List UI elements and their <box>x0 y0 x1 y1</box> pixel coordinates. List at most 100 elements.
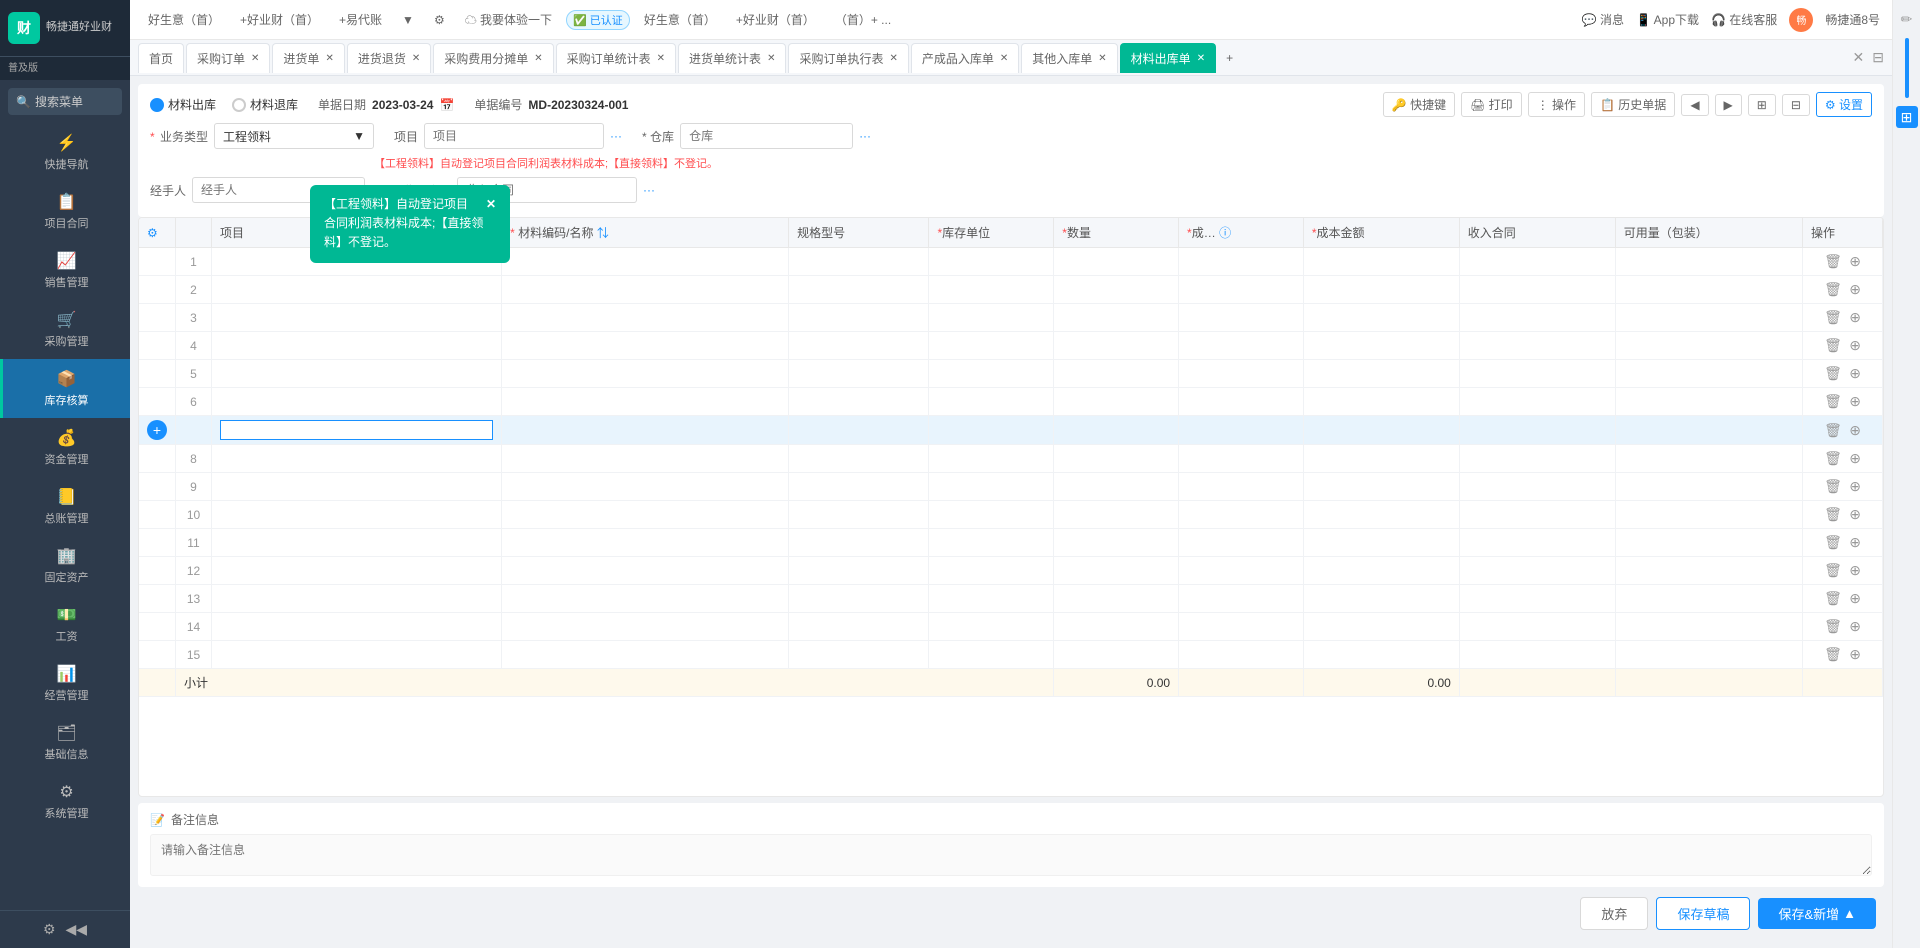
table-settings-icon[interactable]: ⚙ <box>147 226 158 240</box>
tab-purchase-return[interactable]: 进货退货 ✕ <box>347 43 431 73</box>
tab-more-button[interactable]: + <box>1218 51 1241 65</box>
topbar-settings-icon[interactable]: ⚙ <box>428 13 451 27</box>
tab-close-product-receipt[interactable]: ✕ <box>1000 53 1008 64</box>
delete-row-3-button[interactable]: 🗑 <box>1822 309 1844 326</box>
window-restore-button[interactable]: ⊟ <box>1872 49 1884 66</box>
row7-material-input[interactable] <box>510 421 780 439</box>
username-label[interactable]: 畅捷通8号 <box>1825 11 1880 28</box>
copy-row-14-button[interactable]: ⊕ <box>1847 618 1863 635</box>
project-more-icon[interactable]: ··· <box>610 129 622 143</box>
copy-row-6-button[interactable]: ⊕ <box>1847 393 1863 410</box>
shortcut-button[interactable]: 🔑 快捷键 <box>1383 92 1455 117</box>
delete-row-9-button[interactable]: 🗑 <box>1822 478 1844 495</box>
tab-purchase-exec[interactable]: 采购订单执行表 ✕ <box>788 43 908 73</box>
delete-row-8-button[interactable]: 🗑 <box>1822 450 1844 467</box>
sidebar-item-inventory[interactable]: 📦 库存核算 <box>0 359 130 418</box>
radio-material-issue[interactable]: 材料出库 <box>150 96 216 113</box>
copy-row-10-button[interactable]: ⊕ <box>1847 506 1863 523</box>
topbar-haoyecai[interactable]: +好业财（首） <box>234 11 325 28</box>
tab-receipt-stats[interactable]: 进货单统计表 ✕ <box>678 43 786 73</box>
tab-close-material-issue[interactable]: ✕ <box>1197 53 1205 64</box>
tab-purchase-order[interactable]: 采购订单 ✕ <box>186 43 270 73</box>
warehouse-input[interactable] <box>680 123 853 149</box>
sidebar-collapse-button[interactable]: ◀◀ <box>66 921 88 938</box>
notes-input[interactable] <box>150 834 1872 876</box>
right-panel-grid-icon[interactable]: ⊞ <box>1896 106 1918 128</box>
tab-close-receipt-stats[interactable]: ✕ <box>767 53 775 64</box>
history-button[interactable]: 📋 历史单据 <box>1591 92 1675 117</box>
delete-row-7-button[interactable]: 🗑 <box>1822 422 1844 439</box>
copy-row-3-button[interactable]: ⊕ <box>1847 309 1863 326</box>
copy-row-8-button[interactable]: ⊕ <box>1847 450 1863 467</box>
delete-row-15-button[interactable]: 🗑 <box>1822 646 1844 663</box>
delete-row-14-button[interactable]: 🗑 <box>1822 618 1844 635</box>
sidebar-item-ledger[interactable]: 📒 总账管理 <box>0 477 130 536</box>
list-view-button[interactable]: ⊟ <box>1782 94 1810 116</box>
save-new-button[interactable]: 保存&新增 ▲ <box>1758 898 1876 929</box>
sidebar-item-system[interactable]: ⚙ 系统管理 <box>0 772 130 831</box>
tab-purchase-stats[interactable]: 采购订单统计表 ✕ <box>556 43 676 73</box>
next-button[interactable]: ▶ <box>1715 94 1742 116</box>
topbar-more[interactable]: （首）+ ... <box>829 11 897 28</box>
app-download-button[interactable]: 📱 App下载 <box>1636 11 1699 28</box>
tab-close-purchase-expense[interactable]: ✕ <box>534 53 542 64</box>
sidebar-item-base[interactable]: 🗂 基础信息 <box>0 713 130 772</box>
tab-close-purchase-return[interactable]: ✕ <box>412 53 420 64</box>
cost-info-icon[interactable]: ⓘ <box>1219 226 1231 240</box>
copy-row-4-button[interactable]: ⊕ <box>1847 337 1863 354</box>
business-type-select[interactable]: 工程领料 ▼ <box>214 123 374 149</box>
tab-close-other-receipt[interactable]: ✕ <box>1098 53 1106 64</box>
message-button[interactable]: 💬 消息 <box>1582 11 1624 28</box>
search-menu-button[interactable]: 🔍 搜索菜单 <box>8 88 122 115</box>
delete-row-12-button[interactable]: 🗑 <box>1822 562 1844 579</box>
th-material-sort-icon[interactable]: ⇅ <box>597 226 609 240</box>
delete-row-1-button[interactable]: 🗑 <box>1822 253 1844 270</box>
tab-close-purchase-exec[interactable]: ✕ <box>889 53 897 64</box>
sidebar-item-project[interactable]: 📋 项目合同 <box>0 182 130 241</box>
copy-row-13-button[interactable]: ⊕ <box>1847 590 1863 607</box>
add-row-button[interactable]: + <box>147 420 167 440</box>
row7-item-input[interactable] <box>220 420 493 440</box>
tab-home[interactable]: 首页 <box>138 43 184 73</box>
copy-row-7-button[interactable]: ⊕ <box>1847 422 1863 439</box>
tooltip-close-button[interactable]: ✕ <box>486 195 496 214</box>
user-avatar[interactable]: 畅 <box>1789 8 1813 32</box>
sidebar-item-purchase[interactable]: 🛒 采购管理 <box>0 300 130 359</box>
sidebar-item-finance[interactable]: 💰 资金管理 <box>0 418 130 477</box>
delete-row-11-button[interactable]: 🗑 <box>1822 534 1844 551</box>
th-settings[interactable]: ⚙ <box>139 218 176 248</box>
tab-close-purchase-receipt[interactable]: ✕ <box>325 53 333 64</box>
delete-row-4-button[interactable]: 🗑 <box>1822 337 1844 354</box>
copy-row-1-button[interactable]: ⊕ <box>1847 253 1863 270</box>
topbar-trial[interactable]: ☁ 我要体验一下 <box>459 11 558 28</box>
tab-purchase-expense[interactable]: 采购费用分摊单 ✕ <box>433 43 553 73</box>
delete-row-13-button[interactable]: 🗑 <box>1822 590 1844 607</box>
grid-view-button[interactable]: ⊞ <box>1748 94 1776 116</box>
copy-row-15-button[interactable]: ⊕ <box>1847 646 1863 663</box>
online-service-button[interactable]: 🎧 在线客服 <box>1711 11 1777 28</box>
tab-other-receipt[interactable]: 其他入库单 ✕ <box>1021 43 1117 73</box>
sidebar-item-assets[interactable]: 🏢 固定资产 <box>0 536 130 595</box>
copy-row-11-button[interactable]: ⊕ <box>1847 534 1863 551</box>
warehouse-more-icon[interactable]: ··· <box>859 129 871 143</box>
delete-row-2-button[interactable]: 🗑 <box>1822 281 1844 298</box>
calendar-icon[interactable]: 📅 <box>439 98 454 112</box>
right-panel-edit-icon[interactable]: ✏ <box>1896 8 1918 30</box>
topbar-dropdown-icon[interactable]: ▼ <box>396 13 420 27</box>
topbar-gs1[interactable]: 好生意（首） <box>638 11 722 28</box>
window-close-button[interactable]: ✕ <box>1853 49 1865 66</box>
prev-button[interactable]: ◀ <box>1681 94 1708 116</box>
sidebar-item-ops[interactable]: 📊 经营管理 <box>0 654 130 713</box>
sidebar-item-sales[interactable]: 📈 销售管理 <box>0 241 130 300</box>
copy-row-5-button[interactable]: ⊕ <box>1847 365 1863 382</box>
copy-row-2-button[interactable]: ⊕ <box>1847 281 1863 298</box>
topbar-haoshengyi[interactable]: 好生意（首） <box>142 11 226 28</box>
radio-material-return[interactable]: 材料退库 <box>232 96 298 113</box>
sidebar-settings-button[interactable]: ⚙ <box>43 921 56 938</box>
copy-row-9-button[interactable]: ⊕ <box>1847 478 1863 495</box>
sidebar-item-salary[interactable]: 💵 工资 <box>0 595 130 654</box>
delete-row-6-button[interactable]: 🗑 <box>1822 393 1844 410</box>
discard-button[interactable]: 放弃 <box>1580 897 1648 930</box>
operations-button[interactable]: ⋮ 操作 <box>1528 92 1585 117</box>
topbar-hyc1[interactable]: +好业财（首） <box>730 11 821 28</box>
